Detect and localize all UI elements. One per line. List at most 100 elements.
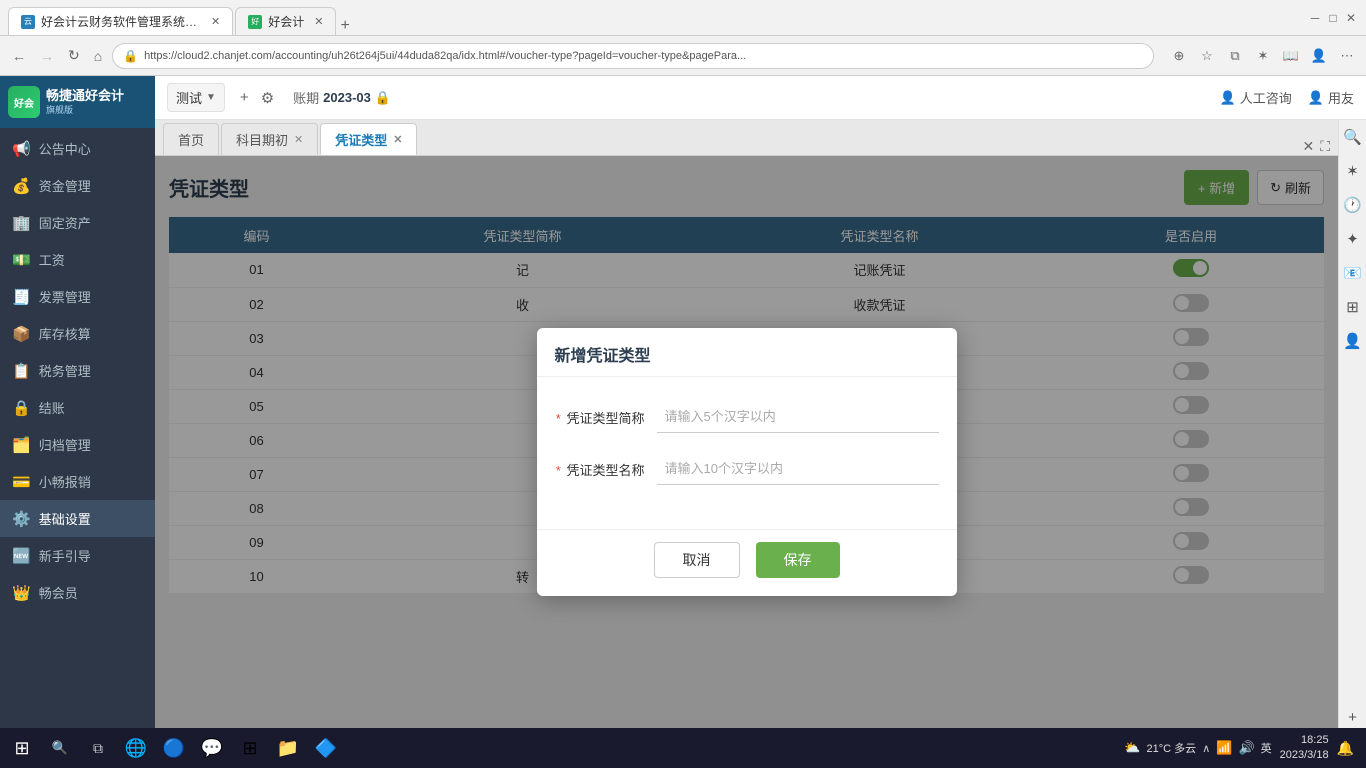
tab-voucher-type-label: 凭证类型	[335, 130, 387, 149]
sidebar-label-settings: 基础设置	[39, 509, 91, 528]
reload-button[interactable]: ↻	[64, 45, 84, 66]
taskbar-ms-edge-button[interactable]: 🔷	[308, 730, 344, 766]
workspace-name: 测试	[176, 88, 202, 107]
support-button[interactable]: 👤 人工咨询	[1220, 88, 1292, 107]
right-panel-history-icon[interactable]: 🕐	[1343, 196, 1362, 214]
sidebar-item-member[interactable]: 👑 畅会员	[0, 574, 155, 611]
archive-icon: 🗂️	[12, 436, 31, 454]
start-button[interactable]: ⊞	[4, 730, 40, 766]
tab-subjects[interactable]: 科目期初 ✕	[221, 123, 318, 155]
forward-button[interactable]: →	[36, 46, 58, 66]
settings-gear-button[interactable]: ⚙	[258, 86, 277, 110]
taskbar-folder-button[interactable]: 📁	[270, 730, 306, 766]
right-panel-star-icon[interactable]: ✶	[1346, 162, 1359, 180]
right-panel-copilot-icon[interactable]: ✦	[1346, 230, 1359, 248]
home-button[interactable]: ⌂	[90, 46, 106, 66]
sidebar-logo: 好会 畅捷通好会计 旗舰版	[0, 76, 155, 128]
taskbar-chevron-icon[interactable]: ∧	[1202, 742, 1210, 755]
full-name-input[interactable]	[657, 453, 939, 485]
sidebar-item-invoices[interactable]: 🧾 发票管理	[0, 278, 155, 315]
taskbar-network-icon[interactable]: 📶	[1216, 740, 1232, 756]
tab2-close-icon[interactable]: ✕	[314, 15, 323, 28]
maximize-button[interactable]: □	[1326, 11, 1340, 25]
taskbar-edge-button[interactable]: 🌐	[118, 730, 154, 766]
right-panel-plus-icon[interactable]: +	[1348, 709, 1357, 726]
tab-close-all-icon[interactable]: ✕	[1302, 138, 1314, 155]
short-name-label: * 凭证类型简称	[555, 408, 645, 427]
notices-icon: 📢	[12, 140, 31, 158]
back-button[interactable]: ←	[8, 46, 30, 66]
taskbar-sound-icon[interactable]: 🔊	[1238, 740, 1254, 756]
tabs-content-wrapper: 首页 科目期初 ✕ 凭证类型 ✕ ✕ ⛶	[155, 120, 1366, 768]
sidebar-item-settings[interactable]: ⚙️ 基础设置	[0, 500, 155, 537]
cancel-button[interactable]: 取消	[654, 542, 740, 578]
taskbar-wechat-button[interactable]: 💬	[194, 730, 230, 766]
main-content: 测试 ▼ + ⚙ 账期 2023-03 🔒 👤 人工咨询 👤 用友	[155, 76, 1366, 768]
address-field[interactable]: 🔒 https://cloud2.chanjet.com/accounting/…	[112, 43, 1154, 69]
taskview-button[interactable]: ⧉	[80, 730, 116, 766]
sidebar-item-archive[interactable]: 🗂️ 归档管理	[0, 426, 155, 463]
right-panel-search-icon[interactable]: 🔍	[1343, 128, 1362, 146]
tab-voucher-type-close-icon[interactable]: ✕	[393, 133, 402, 146]
sidebar-item-funds[interactable]: 💰 资金管理	[0, 167, 155, 204]
taskbar-clock: 18:25 2023/3/18	[1280, 733, 1329, 764]
menu-icon[interactable]: ⋯	[1336, 45, 1358, 67]
tab-subjects-close-icon[interactable]: ✕	[294, 133, 303, 146]
reading-icon[interactable]: 📖	[1280, 45, 1302, 67]
tab-home[interactable]: 首页	[163, 123, 219, 155]
taskbar-app4-button[interactable]: ⊞	[232, 730, 268, 766]
tab-bar: 云 好会计云财务软件管理系统_会计 ✕ 好 好会计 ✕ +	[8, 0, 1308, 35]
right-panel-apps-icon[interactable]: ⊞	[1346, 298, 1359, 316]
sidebar-item-notices[interactable]: 📢 公告中心	[0, 130, 155, 167]
save-button[interactable]: 保存	[756, 542, 840, 578]
modal-title: 新增凭证类型	[555, 342, 651, 366]
sidebar-label-member: 畅会员	[39, 583, 78, 602]
sidebar-item-inventory[interactable]: 📦 库存核算	[0, 315, 155, 352]
taskbar-chrome-button[interactable]: 🔵	[156, 730, 192, 766]
browser-tab-2[interactable]: 好 好会计 ✕	[235, 7, 336, 35]
tab-navigation: 首页 科目期初 ✕ 凭证类型 ✕ ✕ ⛶	[155, 120, 1338, 156]
sidebar-label-closing: 结账	[39, 398, 65, 417]
modal-overlay: 新增凭证类型 * 凭证类型简称	[155, 156, 1338, 768]
tab-subjects-label: 科目期初	[236, 130, 288, 149]
tab2-favicon: 好	[248, 15, 262, 29]
collections-icon[interactable]: ⧉	[1224, 45, 1246, 67]
name-label-text: 凭证类型名称	[566, 463, 644, 478]
sidebar-item-assets[interactable]: 🏢 固定资产	[0, 204, 155, 241]
minimize-button[interactable]: ─	[1308, 11, 1322, 25]
add-workspace-button[interactable]: +	[237, 86, 252, 109]
taskbar-search-button[interactable]: 🔍	[44, 732, 76, 764]
sidebar-item-tax[interactable]: 📋 税务管理	[0, 352, 155, 389]
user-button[interactable]: 👤 用友	[1308, 88, 1354, 107]
favorites-icon[interactable]: ✶	[1252, 45, 1274, 67]
sidebar-item-guide[interactable]: 🆕 新手引导	[0, 537, 155, 574]
taskbar-notification-icon[interactable]: 🔔	[1337, 740, 1354, 757]
short-name-input[interactable]	[657, 401, 939, 433]
support-label: 人工咨询	[1240, 88, 1292, 107]
sidebar-item-expense[interactable]: 💳 小畅报销	[0, 463, 155, 500]
bookmark-icon[interactable]: ☆	[1196, 45, 1218, 67]
tab-voucher-type[interactable]: 凭证类型 ✕	[320, 123, 417, 155]
tab-expand-icon[interactable]: ⛶	[1320, 138, 1330, 155]
period-value: 2023-03	[323, 90, 371, 105]
right-panel-outlook-icon[interactable]: 📧	[1343, 264, 1362, 282]
logo-badge: 旗舰版	[46, 103, 124, 116]
sidebar-label-funds: 资金管理	[39, 176, 91, 195]
sidebar-item-salary[interactable]: 💵 工资	[0, 241, 155, 278]
profile-icon[interactable]: 👤	[1308, 45, 1330, 67]
required-mark-2: *	[556, 463, 561, 478]
right-panel-person-icon[interactable]: 👤	[1343, 332, 1362, 350]
browser-tab-1[interactable]: 云 好会计云财务软件管理系统_会计 ✕	[8, 7, 233, 35]
user-label: 用友	[1328, 88, 1354, 107]
extensions-icon[interactable]: ⊕	[1168, 45, 1190, 67]
tab1-close-icon[interactable]: ✕	[211, 15, 220, 28]
close-button[interactable]: ✕	[1344, 11, 1358, 25]
sidebar-label-inventory: 库存核算	[39, 324, 91, 343]
sidebar-item-closing[interactable]: 🔒 结账	[0, 389, 155, 426]
logo-text-area: 畅捷通好会计 旗舰版	[46, 88, 124, 117]
workspace-selector[interactable]: 测试 ▼	[167, 83, 225, 112]
closing-icon: 🔒	[12, 399, 31, 417]
guide-icon: 🆕	[12, 547, 31, 565]
sidebar-label-invoices: 发票管理	[39, 287, 91, 306]
new-tab-button[interactable]: +	[340, 17, 349, 35]
